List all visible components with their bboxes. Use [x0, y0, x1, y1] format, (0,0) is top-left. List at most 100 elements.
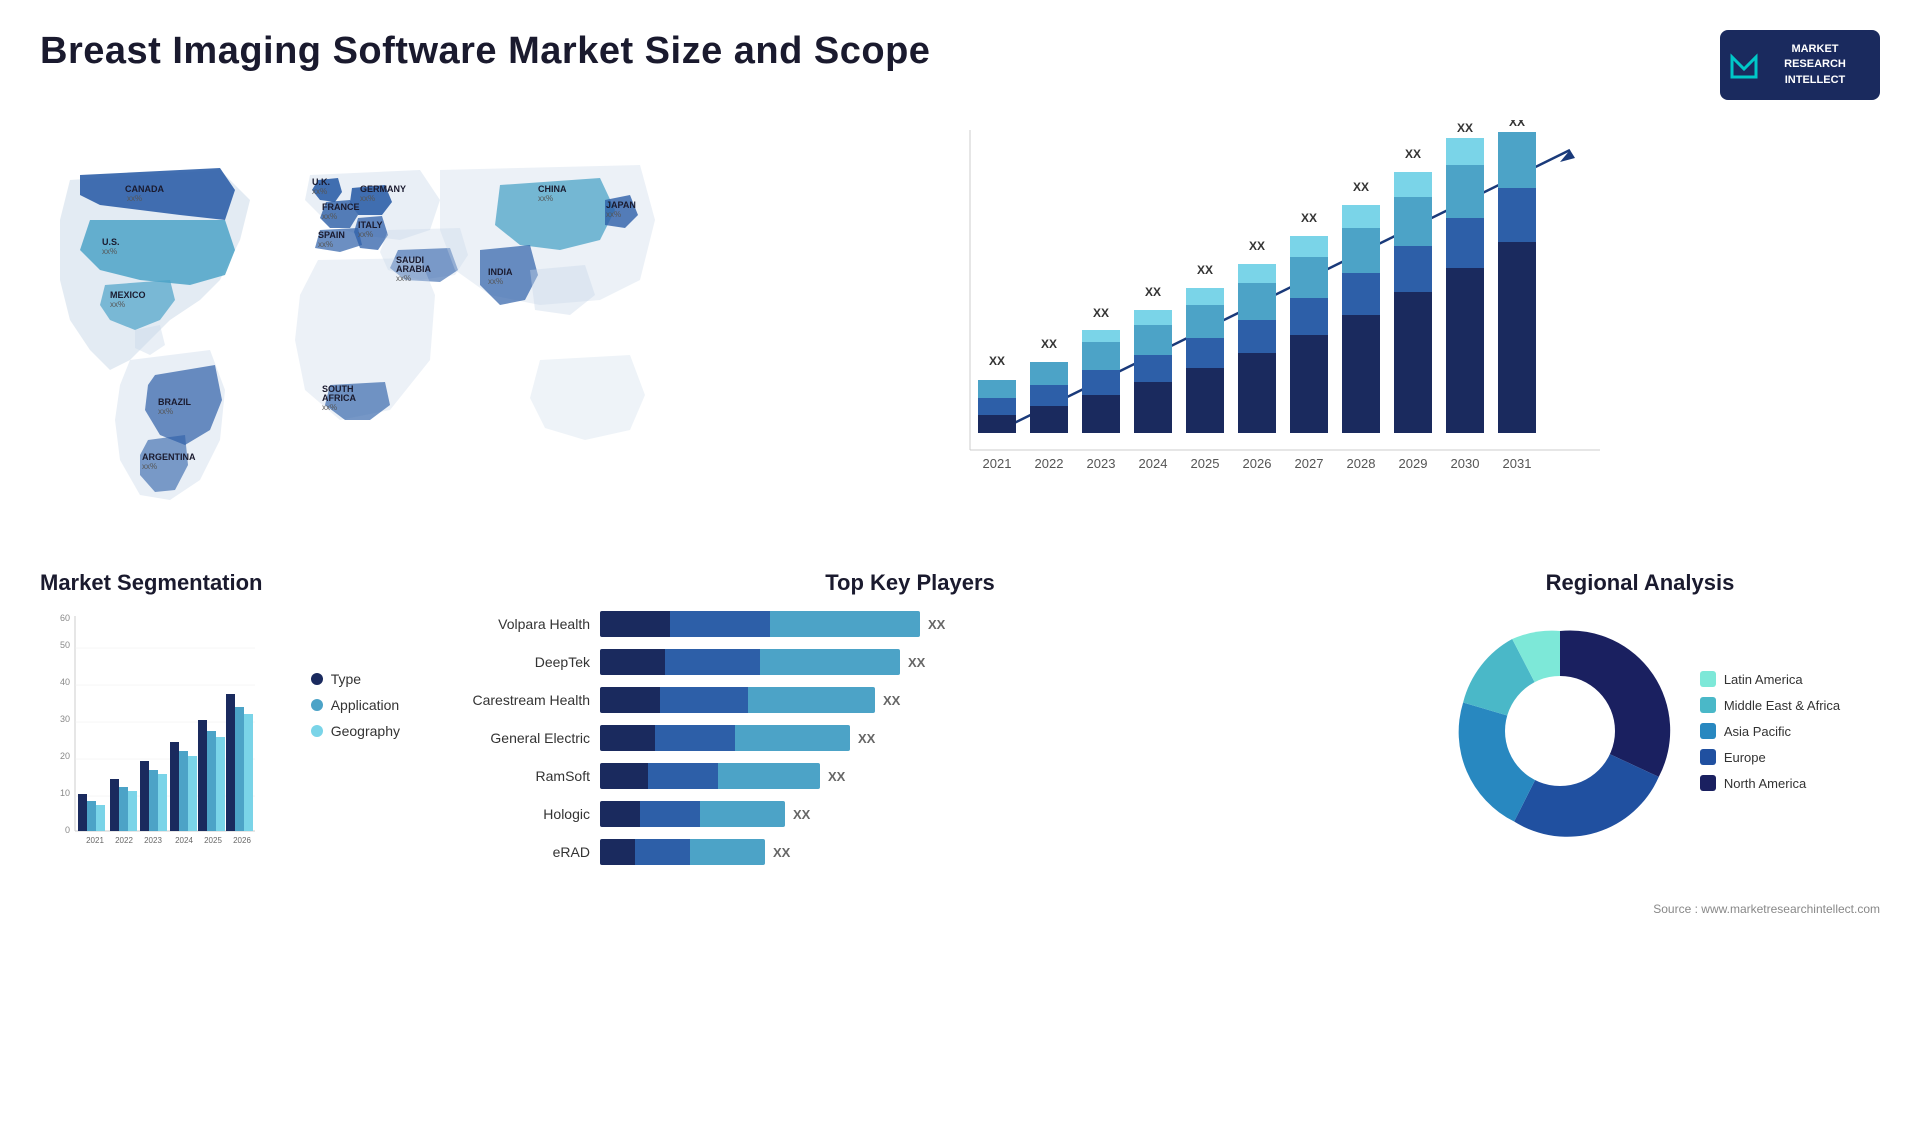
svg-text:xx%: xx%: [396, 274, 411, 283]
player-bar-erad: [600, 839, 765, 865]
svg-text:20: 20: [60, 751, 70, 761]
header: Breast Imaging Software Market Size and …: [0, 0, 1920, 110]
map-section: CANADA xx% U.S. xx% MEXICO xx% BRAZIL xx…: [40, 110, 660, 540]
growth-chart-svg: XX 2021 XX 2022 XX 2023 XX 2024: [700, 120, 1840, 510]
svg-text:xx%: xx%: [110, 300, 125, 309]
player-value-ge: XX: [858, 731, 875, 746]
svg-text:FRANCE: FRANCE: [322, 202, 360, 212]
svg-text:ITALY: ITALY: [358, 220, 383, 230]
logo-text: MARKETRESEARCHINTELLECT: [1754, 42, 1846, 88]
svg-text:xx%: xx%: [158, 407, 173, 416]
player-name-ge: General Electric: [440, 730, 590, 746]
svg-text:U.S.: U.S.: [102, 237, 120, 247]
donut-container: Latin America Middle East & Africa Asia …: [1400, 611, 1880, 851]
svg-text:2031: 2031: [1503, 456, 1532, 471]
svg-text:50: 50: [60, 640, 70, 650]
player-name-deeptek: DeepTek: [440, 654, 590, 670]
seg-label-geography: Geography: [331, 723, 400, 739]
svg-text:MEXICO: MEXICO: [110, 290, 146, 300]
svg-text:XX: XX: [1041, 337, 1057, 351]
world-map-svg: CANADA xx% U.S. xx% MEXICO xx% BRAZIL xx…: [40, 120, 660, 520]
svg-text:2030: 2030: [1451, 456, 1480, 471]
svg-text:xx%: xx%: [142, 462, 157, 471]
svg-text:SPAIN: SPAIN: [318, 230, 345, 240]
regional-legend-mea: Middle East & Africa: [1700, 697, 1840, 713]
svg-text:2024: 2024: [1139, 456, 1168, 471]
svg-text:2025: 2025: [204, 836, 222, 845]
player-bar-erad-container: XX: [600, 839, 1380, 865]
svg-text:60: 60: [60, 613, 70, 623]
svg-text:XX: XX: [1405, 147, 1421, 161]
regional-legend-europe: Europe: [1700, 749, 1840, 765]
player-bar-deeptek-container: XX: [600, 649, 1380, 675]
player-name-erad: eRAD: [440, 844, 590, 860]
player-bar-ramsoft-container: XX: [600, 763, 1380, 789]
regional-color-na: [1700, 775, 1716, 791]
svg-text:ARABIA: ARABIA: [396, 264, 431, 274]
svg-text:XX: XX: [1145, 285, 1161, 299]
bar-med-ramsoft: [648, 763, 718, 789]
regional-legend-na: North America: [1700, 775, 1840, 791]
regional-label-na: North America: [1724, 776, 1806, 791]
bar-dark-carestream: [600, 687, 660, 713]
svg-text:2026: 2026: [233, 836, 251, 845]
svg-text:xx%: xx%: [127, 194, 142, 203]
player-list: Volpara Health XX DeepTek: [440, 611, 1380, 865]
regional-legend-latin: Latin America: [1700, 671, 1840, 687]
svg-text:CHINA: CHINA: [538, 184, 567, 194]
player-bar-deeptek: [600, 649, 900, 675]
player-row-ge: General Electric XX: [440, 725, 1380, 751]
svg-text:10: 10: [60, 788, 70, 798]
player-row-deeptek: DeepTek XX: [440, 649, 1380, 675]
regional-legend: Latin America Middle East & Africa Asia …: [1700, 671, 1840, 791]
svg-text:xx%: xx%: [102, 247, 117, 256]
regional-label-apac: Asia Pacific: [1724, 724, 1791, 739]
svg-text:INDIA: INDIA: [488, 267, 513, 277]
bar-dark-ge: [600, 725, 655, 751]
bar-light-volpara: [770, 611, 920, 637]
player-bar-ramsoft: [600, 763, 820, 789]
regional-label-latin: Latin America: [1724, 672, 1803, 687]
svg-text:JAPAN: JAPAN: [606, 200, 636, 210]
player-name-carestream: Carestream Health: [440, 692, 590, 708]
growth-chart-section: XX 2021 XX 2022 XX 2023 XX 2024: [660, 110, 1880, 540]
segmentation-legend: Type Application Geography: [311, 671, 400, 739]
player-bar-volpara: [600, 611, 920, 637]
svg-text:BRAZIL: BRAZIL: [158, 397, 191, 407]
player-row-carestream: Carestream Health XX: [440, 687, 1380, 713]
regional-color-latin: [1700, 671, 1716, 687]
regional-color-europe: [1700, 749, 1716, 765]
seg-legend-application: Application: [311, 697, 400, 713]
segmentation-section: Market Segmentation 0 10 20 30 40 50 60: [40, 570, 420, 877]
bottom-grid: Market Segmentation 0 10 20 30 40 50 60: [0, 550, 1920, 897]
svg-text:xx%: xx%: [538, 194, 553, 203]
svg-text:2026: 2026: [1243, 456, 1272, 471]
bar-light-hologic: [700, 801, 785, 827]
svg-text:2023: 2023: [1087, 456, 1116, 471]
seg-dot-application: [311, 699, 323, 711]
player-value-carestream: XX: [883, 693, 900, 708]
svg-text:2029: 2029: [1399, 456, 1428, 471]
svg-text:xx%: xx%: [318, 240, 333, 249]
player-bar-volpara-container: XX: [600, 611, 1380, 637]
player-value-ramsoft: XX: [828, 769, 845, 784]
seg-label-application: Application: [331, 697, 400, 713]
player-name-ramsoft: RamSoft: [440, 768, 590, 784]
donut-chart-svg: [1440, 611, 1680, 851]
bar-dark-hologic: [600, 801, 640, 827]
seg-legend-geography: Geography: [311, 723, 400, 739]
player-row-erad: eRAD XX: [440, 839, 1380, 865]
regional-label-europe: Europe: [1724, 750, 1766, 765]
segmentation-title: Market Segmentation: [40, 570, 420, 596]
bar-med-carestream: [660, 687, 748, 713]
svg-text:2027: 2027: [1295, 456, 1324, 471]
svg-text:XX: XX: [1457, 121, 1473, 135]
key-players-title: Top Key Players: [440, 570, 1380, 596]
regional-label-mea: Middle East & Africa: [1724, 698, 1840, 713]
bar-light-ramsoft: [718, 763, 820, 789]
regional-legend-apac: Asia Pacific: [1700, 723, 1840, 739]
player-row-ramsoft: RamSoft XX: [440, 763, 1380, 789]
svg-text:XX: XX: [1509, 120, 1525, 129]
player-bar-hologic: [600, 801, 785, 827]
svg-text:2028: 2028: [1347, 456, 1376, 471]
